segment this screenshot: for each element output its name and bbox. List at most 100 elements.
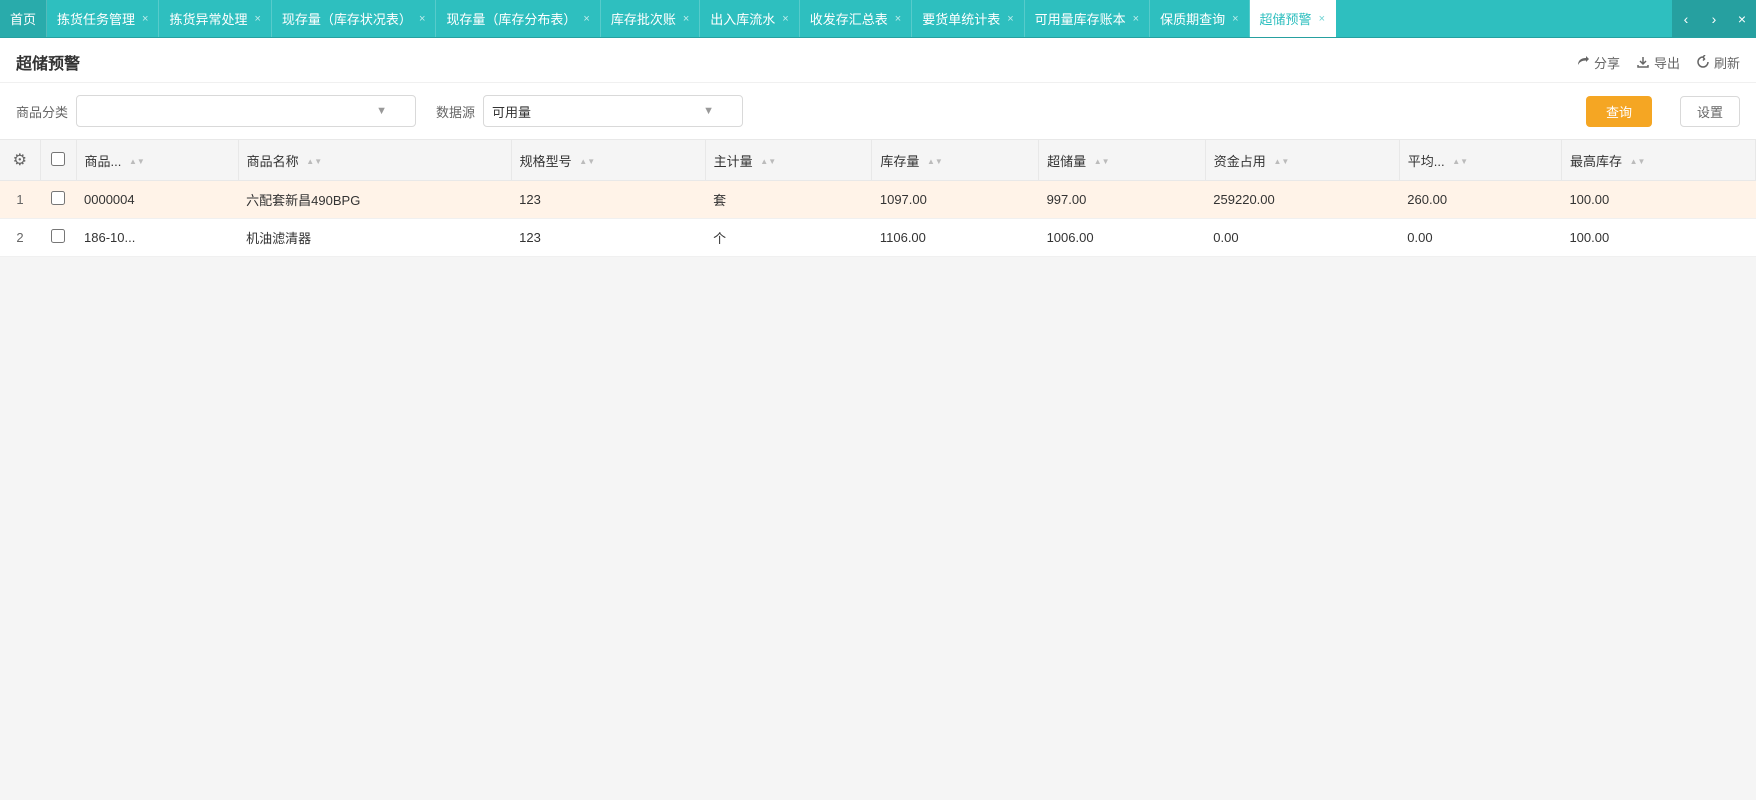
share-icon xyxy=(1576,55,1590,69)
chevron-down-icon: ▼ xyxy=(703,105,714,117)
header-actions: 分享 导出 刷新 xyxy=(1576,53,1740,72)
table-row: 2 186-10... 机油滤清器 123 个 1106.00 1006.00 … xyxy=(0,219,1756,257)
sort-icon: ▲▼ xyxy=(1630,158,1646,166)
th-product-name[interactable]: 商品名称 ▲▼ xyxy=(238,140,511,181)
th-capital-usage[interactable]: 资金占用 ▲▼ xyxy=(1205,140,1399,181)
close-icon[interactable]: × xyxy=(142,13,148,25)
top-nav: 首页 拣货任务管理 × 拣货异常处理 × 现存量（库存状况表） × 现存量（库存… xyxy=(0,0,1756,38)
nav-item-2[interactable]: 拣货异常处理 × xyxy=(159,0,271,38)
close-icon[interactable]: × xyxy=(583,13,589,25)
nav-close-button[interactable]: × xyxy=(1728,0,1756,38)
cell-product-name: 六配套新昌490BPG xyxy=(238,181,511,219)
data-table: ⚙ 商品... ▲▼ 商品名称 ▲▼ 规格型号 ▲▼ xyxy=(0,139,1756,257)
nav-item-10[interactable]: 保质期查询 × xyxy=(1150,0,1249,38)
table-container: ⚙ 商品... ▲▼ 商品名称 ▲▼ 规格型号 ▲▼ xyxy=(0,139,1756,257)
nav-item-3[interactable]: 现存量（库存状况表） × xyxy=(272,0,436,38)
refresh-icon xyxy=(1696,55,1710,69)
row-checkbox-cell[interactable] xyxy=(40,181,76,219)
cell-unit: 套 xyxy=(705,181,872,219)
th-max-stock[interactable]: 最高库存 ▲▼ xyxy=(1561,140,1755,181)
cell-stock: 1097.00 xyxy=(872,181,1039,219)
th-spec[interactable]: 规格型号 ▲▼ xyxy=(511,140,705,181)
close-icon[interactable]: × xyxy=(1232,13,1238,25)
cell-stock: 1106.00 xyxy=(872,219,1039,257)
cell-avg: 0.00 xyxy=(1399,219,1561,257)
query-button[interactable]: 查询 xyxy=(1586,96,1652,127)
nav-item-7[interactable]: 收发存汇总表 × xyxy=(800,0,912,38)
data-source-select[interactable]: 可用量 ▼ xyxy=(483,95,743,127)
sort-icon: ▲▼ xyxy=(927,158,943,166)
nav-item-5[interactable]: 库存批次账 × xyxy=(601,0,700,38)
product-category-filter: 商品分类 ▼ xyxy=(16,95,416,127)
sort-icon: ▲▼ xyxy=(579,158,595,166)
row-index: 2 xyxy=(0,219,40,257)
cell-max-stock: 100.00 xyxy=(1561,181,1755,219)
nav-next-button[interactable]: › xyxy=(1700,0,1728,38)
close-icon[interactable]: × xyxy=(1133,13,1139,25)
row-index: 1 xyxy=(0,181,40,219)
sort-icon: ▲▼ xyxy=(1094,158,1110,166)
cell-over-stock: 997.00 xyxy=(1039,181,1206,219)
product-category-label: 商品分类 xyxy=(16,102,68,121)
page-content: 超储预警 分享 导出 刷新 商品 xyxy=(0,38,1756,257)
refresh-button[interactable]: 刷新 xyxy=(1696,53,1740,72)
close-icon[interactable]: × xyxy=(254,13,260,25)
product-category-select[interactable]: ▼ xyxy=(76,95,416,127)
table-row: 1 0000004 六配套新昌490BPG 123 套 1097.00 997.… xyxy=(0,181,1756,219)
page-header: 超储预警 分享 导出 刷新 xyxy=(0,38,1756,83)
data-source-filter: 数据源 可用量 ▼ xyxy=(436,95,743,127)
close-icon[interactable]: × xyxy=(782,13,788,25)
page-title: 超储预警 xyxy=(16,50,80,74)
settings-button[interactable]: 设置 xyxy=(1680,96,1740,127)
cell-capital-usage: 259220.00 xyxy=(1205,181,1399,219)
close-icon[interactable]: × xyxy=(895,13,901,25)
sort-icon: ▲▼ xyxy=(760,158,776,166)
nav-item-9[interactable]: 可用量库存账本 × xyxy=(1025,0,1150,38)
th-over-stock[interactable]: 超储量 ▲▼ xyxy=(1039,140,1206,181)
close-icon[interactable]: × xyxy=(1319,13,1325,25)
table-header-row: ⚙ 商品... ▲▼ 商品名称 ▲▼ 规格型号 ▲▼ xyxy=(0,140,1756,181)
sort-icon: ▲▼ xyxy=(129,158,145,166)
th-avg[interactable]: 平均... ▲▼ xyxy=(1399,140,1561,181)
export-icon xyxy=(1636,55,1650,69)
select-all-checkbox[interactable] xyxy=(51,152,65,166)
nav-prev-button[interactable]: ‹ xyxy=(1672,0,1700,38)
nav-arrows: ‹ › × xyxy=(1672,0,1756,38)
cell-unit: 个 xyxy=(705,219,872,257)
data-source-label: 数据源 xyxy=(436,102,475,121)
th-stock[interactable]: 库存量 ▲▼ xyxy=(872,140,1039,181)
cell-capital-usage: 0.00 xyxy=(1205,219,1399,257)
cell-max-stock: 100.00 xyxy=(1561,219,1755,257)
row-checkbox[interactable] xyxy=(51,191,65,205)
filter-area: 商品分类 ▼ 数据源 可用量 ▼ 查询 设置 xyxy=(0,83,1756,139)
cell-product-code: 186-10... xyxy=(76,219,238,257)
close-icon[interactable]: × xyxy=(419,13,425,25)
th-checkbox[interactable] xyxy=(40,140,76,181)
table-body: 1 0000004 六配套新昌490BPG 123 套 1097.00 997.… xyxy=(0,181,1756,257)
cell-avg: 260.00 xyxy=(1399,181,1561,219)
cell-over-stock: 1006.00 xyxy=(1039,219,1206,257)
sort-icon: ▲▼ xyxy=(1452,158,1468,166)
th-settings[interactable]: ⚙ xyxy=(0,140,40,181)
settings-icon[interactable]: ⚙ xyxy=(13,152,27,169)
cell-product-code: 0000004 xyxy=(76,181,238,219)
cell-product-name: 机油滤清器 xyxy=(238,219,511,257)
nav-item-active[interactable]: 超储预警 × xyxy=(1250,0,1336,38)
cell-spec: 123 xyxy=(511,181,705,219)
row-checkbox-cell[interactable] xyxy=(40,219,76,257)
nav-item-6[interactable]: 出入库流水 × xyxy=(700,0,799,38)
close-icon[interactable]: × xyxy=(1007,13,1013,25)
sort-icon: ▲▼ xyxy=(1273,158,1289,166)
share-button[interactable]: 分享 xyxy=(1576,53,1620,72)
nav-item-8[interactable]: 要货单统计表 × xyxy=(912,0,1024,38)
row-checkbox[interactable] xyxy=(51,229,65,243)
nav-item-4[interactable]: 现存量（库存分布表） × xyxy=(436,0,600,38)
th-unit[interactable]: 主计量 ▲▼ xyxy=(705,140,872,181)
chevron-down-icon: ▼ xyxy=(376,105,387,117)
nav-item-home[interactable]: 首页 xyxy=(0,0,47,38)
th-product-code[interactable]: 商品... ▲▼ xyxy=(76,140,238,181)
sort-icon: ▲▼ xyxy=(306,158,322,166)
nav-item-1[interactable]: 拣货任务管理 × xyxy=(47,0,159,38)
export-button[interactable]: 导出 xyxy=(1636,53,1680,72)
close-icon[interactable]: × xyxy=(683,13,689,25)
